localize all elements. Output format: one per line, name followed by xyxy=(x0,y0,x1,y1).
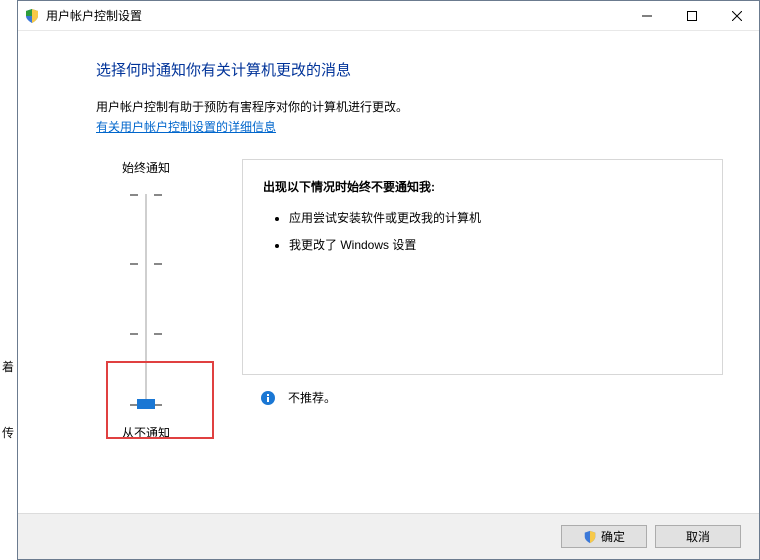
recommendation-text: 不推荐。 xyxy=(288,389,336,406)
bg-char: 传 xyxy=(2,424,14,441)
maximize-button[interactable] xyxy=(669,1,714,30)
window-title: 用户帐户控制设置 xyxy=(46,7,142,24)
description-text: 用户帐户控制有助于预防有害程序对你的计算机进行更改。 xyxy=(96,98,723,115)
list-item: 应用尝试安装软件或更改我的计算机 xyxy=(289,209,702,226)
close-button[interactable] xyxy=(714,1,759,30)
cancel-button[interactable]: 取消 xyxy=(655,525,741,548)
description-panel: 出现以下情况时始终不要通知我: 应用尝试安装软件或更改我的计算机 我更改了 Wi… xyxy=(242,159,723,375)
page-heading: 选择何时通知你有关计算机更改的消息 xyxy=(96,59,723,80)
slider-track xyxy=(145,194,147,404)
list-item: 我更改了 Windows 设置 xyxy=(289,236,702,253)
titlebar: 用户帐户控制设置 xyxy=(18,1,759,31)
panel-title: 出现以下情况时始终不要通知我: xyxy=(263,178,702,195)
uac-slider[interactable] xyxy=(96,194,196,404)
help-link[interactable]: 有关用户帐户控制设置的详细信息 xyxy=(96,118,276,135)
button-bar: 确定 取消 xyxy=(18,513,759,559)
ok-button[interactable]: 确定 xyxy=(561,525,647,548)
slider-column: 始终通知 从不通知 xyxy=(96,159,196,441)
shield-icon xyxy=(24,8,40,24)
ok-button-label: 确定 xyxy=(601,528,625,545)
recommendation-row: 不推荐。 xyxy=(242,389,723,406)
slider-bottom-label: 从不通知 xyxy=(96,424,196,441)
description-panel-column: 出现以下情况时始终不要通知我: 应用尝试安装软件或更改我的计算机 我更改了 Wi… xyxy=(236,159,723,441)
slider-thumb[interactable] xyxy=(137,399,155,409)
content-area: 选择何时通知你有关计算机更改的消息 用户帐户控制有助于预防有害程序对你的计算机进… xyxy=(18,31,759,441)
cancel-button-label: 取消 xyxy=(686,528,710,545)
settings-body: 始终通知 从不通知 出现以下情况时始终不要通知我: 应用尝试安装软件或更改我的计… xyxy=(96,159,723,441)
background-fragment: 着 传 xyxy=(0,0,17,560)
minimize-button[interactable] xyxy=(624,1,669,30)
bg-char: 着 xyxy=(2,358,14,375)
window-controls xyxy=(624,1,759,30)
shield-icon xyxy=(583,530,597,544)
uac-settings-window: 用户帐户控制设置 选择何时通知你有关计算机更改的消息 用户帐户控制有助于预防有害… xyxy=(17,0,760,560)
panel-list: 应用尝试安装软件或更改我的计算机 我更改了 Windows 设置 xyxy=(289,209,702,253)
info-icon xyxy=(260,390,276,406)
slider-top-label: 始终通知 xyxy=(96,159,196,176)
